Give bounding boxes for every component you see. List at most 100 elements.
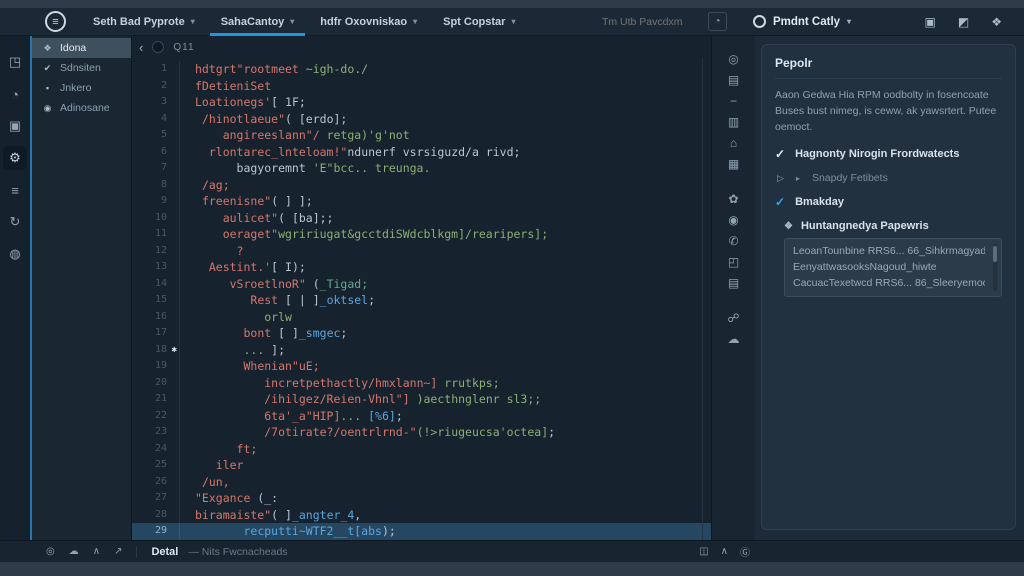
blocks-icon[interactable]: ◳ xyxy=(3,50,27,74)
list-header: ❖ Huntangnedya Papewris xyxy=(784,220,1002,232)
file-item-idona[interactable]: ❖ Idona xyxy=(32,38,131,58)
camera-icon[interactable]: ▣ xyxy=(3,114,27,138)
code-line[interactable]: 2 fDetieniSet xyxy=(132,77,711,94)
code-line[interactable]: 22 6ta'_a"HIP]... [%6]; xyxy=(132,407,711,424)
code-line[interactable]: 13 Aestint.'[ I); xyxy=(132,259,711,276)
code-line[interactable]: 17 bont [ ]_smgec; xyxy=(132,325,711,342)
g-badge-icon[interactable]: Ⓖ xyxy=(740,544,750,559)
code-area[interactable]: 1 hdtgrt"rootmeet ~igh-do./2 fDetieniSet 3 L… xyxy=(132,58,711,540)
house-icon[interactable]: ◰ xyxy=(728,251,739,272)
code-line[interactable]: 3 Loationegs'[ 1F; xyxy=(132,94,711,111)
file-tab-label[interactable]: Q11 xyxy=(173,42,194,53)
code-line[interactable]: 14 vSroetlnoR" (_Tigad; xyxy=(132,275,711,292)
scan-button[interactable]: ◔ xyxy=(707,12,727,31)
code-line[interactable]: 28 biramaiste"( ]_angter_4, xyxy=(132,506,711,523)
search-input[interactable] xyxy=(601,15,698,28)
code-line[interactable]: 29 recputti~WTF2__t[abs); xyxy=(132,523,711,540)
code-line[interactable]: 9 freenisne"( ] ]; xyxy=(132,193,711,210)
pin-icon[interactable]: ◉ xyxy=(728,209,738,230)
main-area: ◳ ◔ ▣ ⚙ ≡ ↻ ◍ ❖ Idona ✔ Sdnsiten ▪ Jnkero ◉ Adinosane… xyxy=(0,36,1024,540)
list-rows: LeoanTounbine RRS6... 66_Sihkrmagyad Eeny… xyxy=(793,243,985,291)
line-number: 22 xyxy=(132,407,180,424)
line-number: 25 xyxy=(132,457,180,474)
sync-icon[interactable]: ↻ xyxy=(3,210,27,234)
code-line[interactable]: 23 /7otirate?/oentrlrnd-"(!>riugeucsa'oc… xyxy=(132,424,711,441)
results-listbox[interactable]: LeoanTounbine RRS6... 66_Sihkrmagyad Eeny… xyxy=(784,238,1002,298)
pie-icon[interactable]: ◍ xyxy=(3,242,27,266)
code-line[interactable]: 7 bagyoremnt 'E"bcc.. treunga. xyxy=(132,160,711,177)
triangle-right-icon: ▸ xyxy=(795,173,800,183)
external-icon[interactable]: ↗ xyxy=(114,546,122,557)
file-item-sdnsiten[interactable]: ✔ Sdnsiten xyxy=(32,58,131,78)
chart-icon[interactable]: ▥ xyxy=(728,111,739,132)
code-line[interactable]: 8 /ag; xyxy=(132,176,711,193)
caret-up-icon[interactable]: ∧ xyxy=(93,546,100,557)
code-line[interactable]: 11 oeraget"wgririugat&gcctdiSWdcblkgm]/r… xyxy=(132,226,711,243)
file-item-adinosane[interactable]: ◉ Adinosane xyxy=(32,98,131,118)
bag-icon[interactable]: ◫ xyxy=(699,546,708,557)
record-icon[interactable]: ◎ xyxy=(46,546,55,557)
right-panel: Pepolr Aaon Gedwa Hia RPM oodbolty in fo… xyxy=(755,36,1024,540)
list-item[interactable]: CacuacTexetwcd RRS6... 86_Sleeryemoowt xyxy=(793,275,985,291)
menu-spt-copstar[interactable]: Spt Copstar ▾ xyxy=(430,8,528,36)
code-line[interactable]: 21 /ihilgez/Reien-Vhnl"] )aecthnglenr sl… xyxy=(132,391,711,408)
list-item[interactable]: EenyattwasooksNagoud_hiwte xyxy=(793,259,985,275)
line-number: 12 xyxy=(132,242,180,259)
scrollbar-thumb[interactable] xyxy=(993,246,997,263)
back-chevron-icon[interactable]: ‹ xyxy=(139,40,143,55)
cloud-icon[interactable]: ☁ xyxy=(69,546,79,557)
target-icon[interactable]: ◎ xyxy=(728,48,738,69)
menu-hdfr-oxovniskao[interactable]: hdfr Oxovniskao ▾ xyxy=(307,8,430,36)
expander-icon[interactable]: ▷ xyxy=(777,173,784,184)
code-line[interactable]: 4 /hinotlaeue"( [erdo]; xyxy=(132,110,711,127)
home-icon[interactable]: ⌂ xyxy=(730,132,737,153)
statusbar-right-icons: ◫ ∧ Ⓖ xyxy=(699,544,762,559)
sub-item[interactable]: ▷ ▸ Snapdy Fetibets xyxy=(777,172,1002,184)
code-line[interactable]: 20 incretpethactly/hmxlann~] rrutkps; xyxy=(132,374,711,391)
file-panel: ❖ Idona ✔ Sdnsiten ▪ Jnkero ◉ Adinosane xyxy=(32,36,132,540)
file-item-jnkero[interactable]: ▪ Jnkero xyxy=(32,78,131,98)
book-icon[interactable]: ▤ xyxy=(728,272,739,293)
code-line[interactable]: 1 hdtgrt"rootmeet ~igh-do./ xyxy=(132,61,711,78)
code-line[interactable]: 26 /un, xyxy=(132,473,711,490)
image-icon[interactable]: ▤ xyxy=(728,69,739,90)
cloud-icon[interactable]: ☁ xyxy=(728,328,740,349)
code-line[interactable]: 16 orlw xyxy=(132,308,711,325)
layout-icon[interactable]: ▣ xyxy=(925,15,936,29)
settings-icon[interactable]: ⚙ xyxy=(3,146,27,170)
code-line[interactable]: 6 rlontarec_lnteloam!"ndunerf vsrsiguzd/… xyxy=(132,143,711,160)
window-bottom-strip xyxy=(0,562,1024,576)
code-line[interactable]: 10 aulicet"( [ba];; xyxy=(132,209,711,226)
line-number: 23 xyxy=(132,424,180,441)
brush-icon[interactable]: ✿ xyxy=(728,188,738,209)
file-tab-icon[interactable] xyxy=(152,41,165,53)
check-item-2[interactable]: ✓ Bmakday xyxy=(775,195,1002,209)
details-card: Pepolr Aaon Gedwa Hia RPM oodbolty in fo… xyxy=(761,44,1016,530)
globe-icon[interactable]: ◔ xyxy=(3,82,27,106)
search-box: ◔ xyxy=(601,12,727,31)
menu-seth-bad-pyprote[interactable]: Seth Bad Pyprote ▾ xyxy=(80,8,208,36)
list-item[interactable]: LeoanTounbine RRS6... 66_Sihkrmagyad xyxy=(793,243,985,259)
activity-rail: ◳ ◔ ▣ ⚙ ≡ ↻ ◍ xyxy=(0,36,32,540)
caret-up-icon[interactable]: ∧ xyxy=(721,546,728,557)
menu-sahacantoy[interactable]: SahaCantoy ▾ xyxy=(208,8,308,36)
code-line[interactable]: 24 ft; xyxy=(132,440,711,457)
flag-icon[interactable]: ◩ xyxy=(958,15,969,29)
code-line[interactable]: 18 ✱ ... ]; xyxy=(132,341,711,358)
archive-icon[interactable]: ▦ xyxy=(728,153,739,174)
list-icon[interactable]: ≡ xyxy=(3,178,27,202)
phone-icon[interactable]: ✆ xyxy=(728,230,738,251)
code-editor: ‹ Q11 1 hdtgrt"rootmeet ~igh-do./2 fDetien… xyxy=(132,36,711,540)
code-line[interactable]: 12 ? xyxy=(132,242,711,259)
code-line[interactable]: 15 Rest [ | ]_oktsel; xyxy=(132,292,711,309)
code-line[interactable]: 19 Whenian"uE; xyxy=(132,358,711,375)
link-icon[interactable]: ☍ xyxy=(727,307,739,328)
code-line[interactable]: 5 angireeslann"/ retga)'g'not xyxy=(132,127,711,144)
grid-icon[interactable]: ❖ xyxy=(991,15,1002,29)
check-item-1[interactable]: ✓ Hagnonty Nirogin Frordwatects xyxy=(775,147,1002,161)
code-line[interactable]: 27 "Exgance (_: xyxy=(132,490,711,507)
minus-icon[interactable]: − xyxy=(730,90,737,111)
account-menu[interactable]: Pmdnt Catly ▾ xyxy=(752,15,851,28)
listbox-scrollbar[interactable] xyxy=(993,244,997,292)
code-line[interactable]: 25 iler xyxy=(132,457,711,474)
